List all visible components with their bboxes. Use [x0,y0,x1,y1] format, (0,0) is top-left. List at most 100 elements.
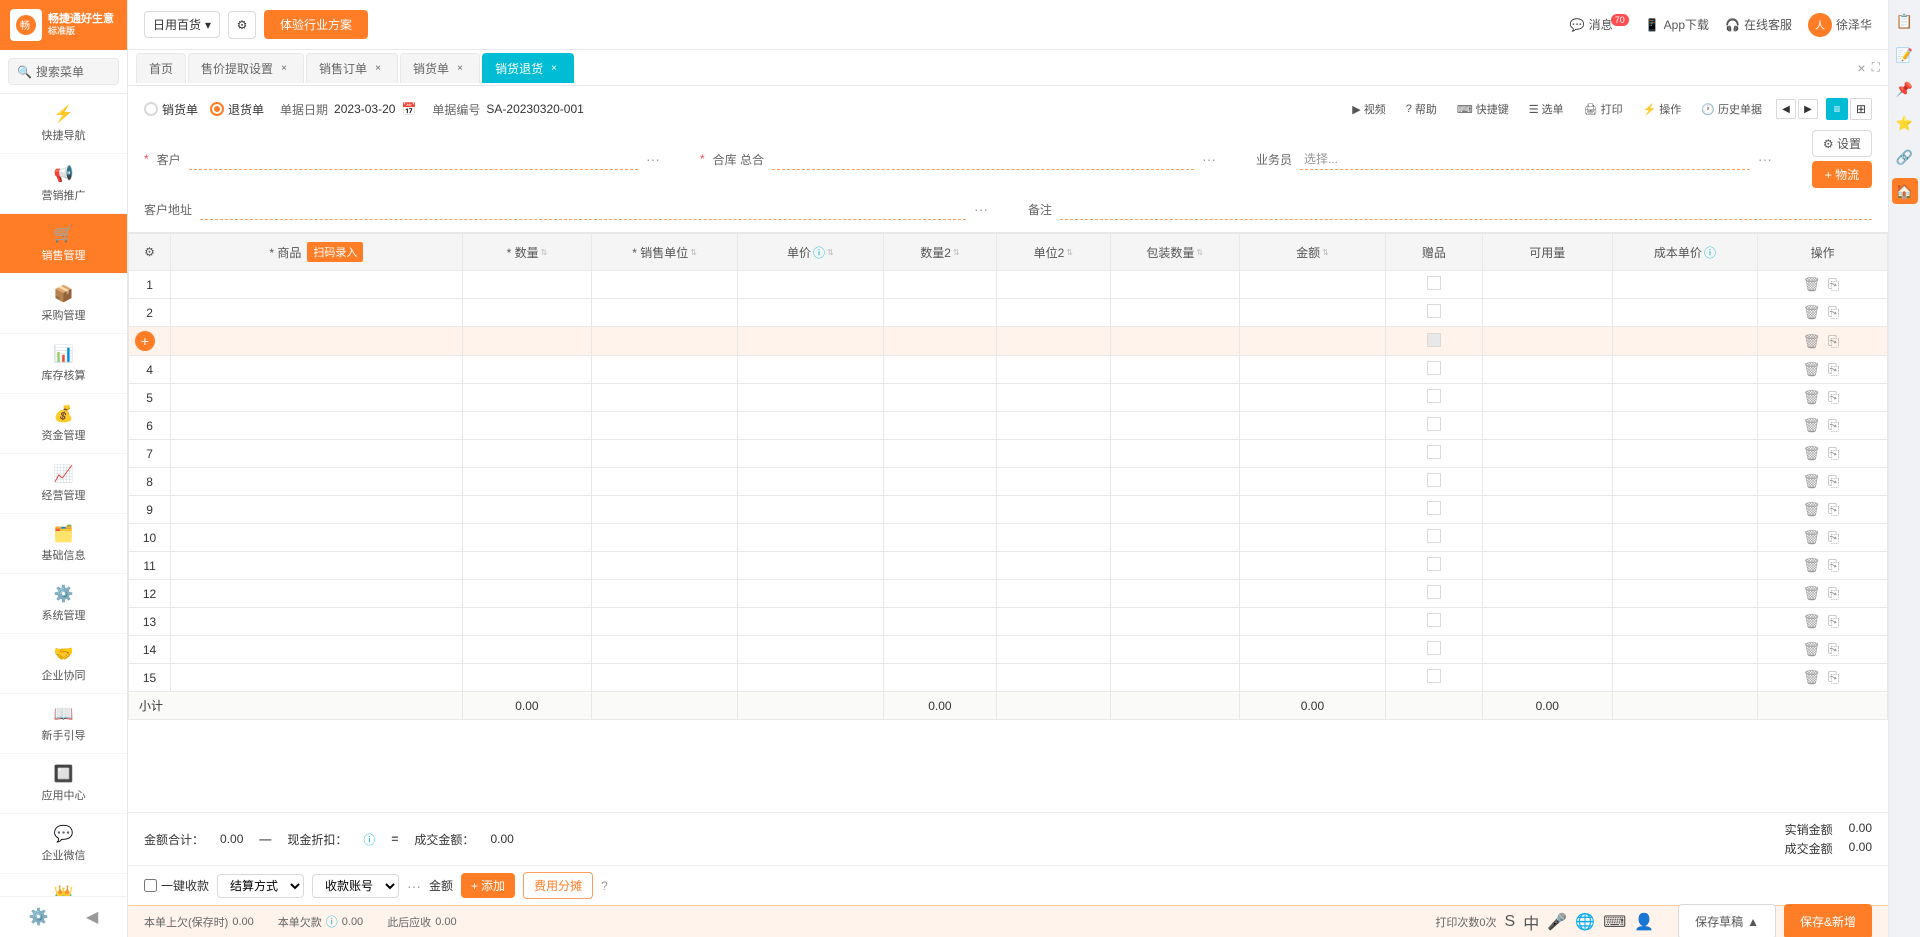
copy-row[interactable]: ⎘ [1825,557,1843,575]
gift-checkbox[interactable] [1427,361,1441,375]
pay-account-select[interactable]: 收款账号 [312,874,399,898]
qty-cell-3[interactable] [462,327,592,356]
gift-checkbox[interactable] [1427,613,1441,627]
qty-cell-2[interactable] [462,299,592,327]
delete-row[interactable]: 🗑 [1803,417,1821,435]
qty2-cell-3[interactable] [883,327,996,356]
print-btn[interactable]: 🖨 打印 [1578,98,1629,120]
amount-cell-1[interactable] [1240,271,1386,299]
sidebar-item-finance[interactable]: 💰 资金管理 [0,394,127,454]
sidebar-item-enterprise[interactable]: 🤝 企业协同 [0,634,127,694]
cost-cell-3[interactable] [1612,327,1758,356]
gift-cell-2[interactable] [1385,299,1482,327]
warehouse-input[interactable] [772,148,1194,170]
copy-row[interactable]: ⎘ [1825,361,1843,379]
amount-cell-3[interactable] [1240,327,1386,356]
calendar-icon[interactable]: 📅 [401,102,416,116]
price-cell-1[interactable] [737,271,883,299]
gift-checkbox[interactable] [1427,641,1441,655]
account-picker[interactable]: ··· [407,878,421,894]
remark-input[interactable] [1060,198,1872,220]
online-service-button[interactable]: 🎧 在线客服 [1725,16,1792,33]
copy-row[interactable]: ⎘ [1825,389,1843,407]
right-panel-icon-1[interactable]: 📋 [1892,8,1918,34]
gift-checkbox[interactable] [1427,445,1441,459]
copy-row[interactable]: ⎘ [1825,613,1843,631]
delete-row-3[interactable]: 🗑 [1803,332,1821,350]
tab-close-sales-order[interactable]: × [371,61,385,75]
gift-checkbox[interactable] [1427,389,1441,403]
help-btn[interactable]: ? 帮助 [1400,98,1443,120]
sale-radio[interactable]: 销货单 [144,101,198,118]
tab-sales-delivery[interactable]: 销货单 × [400,53,480,83]
copy-row-1[interactable]: ⎘ [1825,276,1843,294]
video-btn[interactable]: ▶ 视频 [1346,98,1391,120]
unit2-cell-2[interactable] [997,299,1110,327]
save-draft-button[interactable]: 保存草稿 ▲ [1678,904,1776,937]
copy-row[interactable]: ⎘ [1825,641,1843,659]
address-input[interactable] [200,198,966,220]
product-cell-1[interactable] [171,271,463,299]
select-btn[interactable]: ☰ 选单 [1523,98,1570,120]
sidebar-item-marketing[interactable]: 📢 营销推广 [0,154,127,214]
staff-picker[interactable]: ··· [1758,151,1772,167]
industry-selector[interactable]: 日用百货 ▾ [144,11,220,38]
save-new-button[interactable]: 保存&新增 [1784,904,1872,937]
gift-checkbox-1[interactable] [1427,276,1441,290]
search-menu-button[interactable]: 🔍 搜索菜单 [8,58,119,85]
right-panel-icon-5[interactable]: 🔗 [1892,144,1918,170]
operate-btn[interactable]: ⚡ 操作 [1637,98,1688,120]
gift-checkbox[interactable] [1427,585,1441,599]
message-button[interactable]: 💬 消息 70 [1570,16,1629,33]
unit2-cell-3[interactable] [997,327,1110,356]
gift-checkbox[interactable] [1427,417,1441,431]
pkg-cell-3[interactable] [1110,327,1240,356]
tab-home[interactable]: 首页 [136,53,186,83]
cost-cell-1[interactable] [1612,271,1758,299]
delete-row[interactable]: 🗑 [1803,501,1821,519]
address-picker[interactable]: ··· [974,201,988,217]
tool-icon-5[interactable]: ⌨ [1603,912,1626,932]
right-panel-icon-3[interactable]: 📌 [1892,76,1918,102]
right-panel-icon-6[interactable]: 🏠 [1892,178,1918,204]
delete-row[interactable]: 🗑 [1803,641,1821,659]
app-download-button[interactable]: 📱 App下载 [1645,16,1709,33]
barcode-scan-button[interactable]: 扫码录入 [307,242,363,262]
sidebar-item-purchase[interactable]: 📦 采购管理 [0,274,127,334]
sidebar-item-sales[interactable]: 🛒 销售管理 [0,214,127,274]
shortcuts-btn[interactable]: ⌨ 快捷键 [1451,98,1515,120]
right-panel-icon-2[interactable]: 📝 [1892,42,1918,68]
tab-close-sales-return[interactable]: × [547,61,561,75]
account-method-select[interactable]: 结算方式 [217,874,304,898]
copy-row-2[interactable]: ⎘ [1825,304,1843,322]
sidebar-item-apps[interactable]: 🔲 应用中心 [0,754,127,814]
price-info-icon[interactable]: ⓘ [813,244,825,261]
copy-row[interactable]: ⎘ [1825,473,1843,491]
delete-row[interactable]: 🗑 [1803,361,1821,379]
customer-input[interactable] [189,148,638,170]
experience-button[interactable]: 体验行业方案 [264,10,368,39]
pkg-cell-2[interactable] [1110,299,1240,327]
sidebar-item-operations[interactable]: 📈 经营管理 [0,454,127,514]
copy-row[interactable]: ⎘ [1825,501,1843,519]
delete-row-2[interactable]: 🗑 [1803,304,1821,322]
tab-sales-return[interactable]: 销货退货 × [482,53,574,83]
split-help-icon[interactable]: ? [601,879,608,893]
sidebar-item-shortcut[interactable]: ⚡ 快捷导航 [0,94,127,154]
gift-checkbox[interactable] [1427,557,1441,571]
copy-row[interactable]: ⎘ [1825,417,1843,435]
cost-cell-2[interactable] [1612,299,1758,327]
copy-row[interactable]: ⎘ [1825,585,1843,603]
delete-row[interactable]: 🗑 [1803,445,1821,463]
gift-cell-3[interactable] [1385,327,1482,356]
add-payment-button[interactable]: + 添加 [461,873,515,898]
tab-price-setup[interactable]: 售价提取设置 × [188,53,304,83]
price-cell-3[interactable] [737,327,883,356]
tool-icon-2[interactable]: 中 [1523,910,1539,934]
delete-row[interactable]: 🗑 [1803,669,1821,687]
delete-row[interactable]: 🗑 [1803,473,1821,491]
user-profile[interactable]: 人 徐泽华 [1808,13,1872,37]
tool-icon-4[interactable]: 🌐 [1575,912,1595,932]
quick-pay-checkbox[interactable]: 一键收款 [144,877,209,894]
customer-picker[interactable]: ··· [646,151,660,167]
